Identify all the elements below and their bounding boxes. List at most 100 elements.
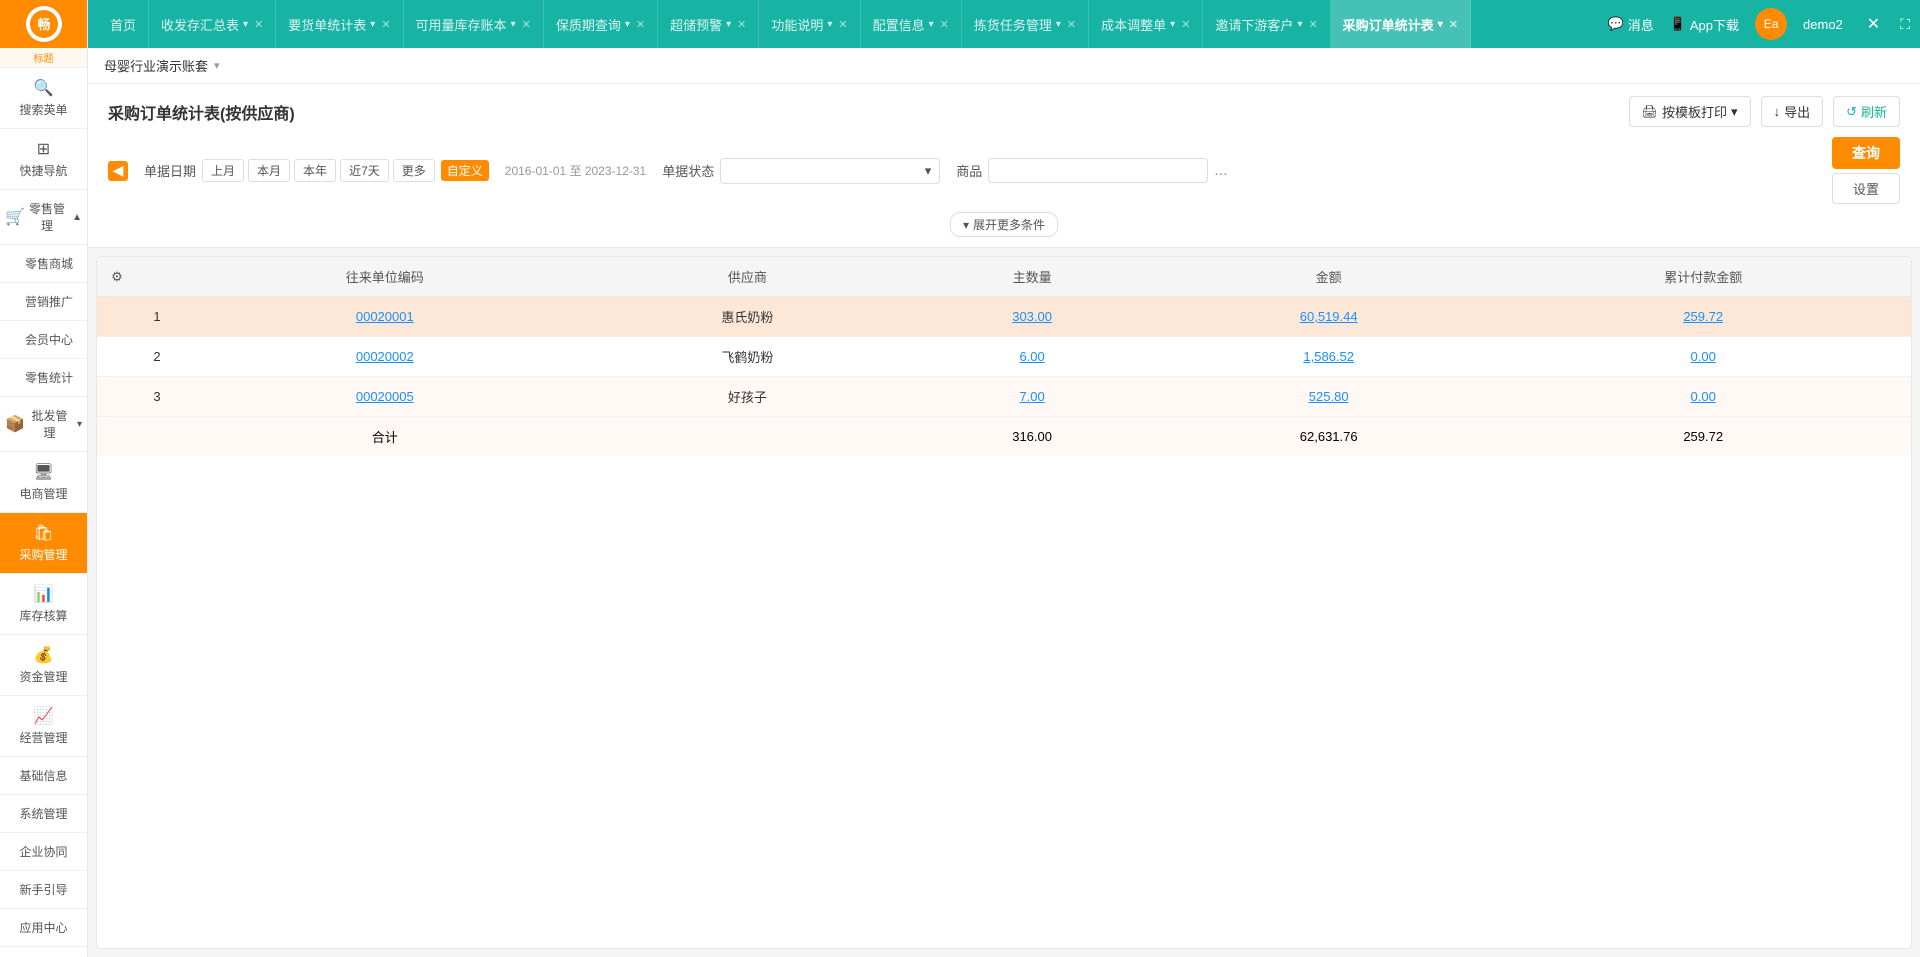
- sidebar-operations-label: 经营管理: [19, 729, 67, 746]
- row-main-qty-2[interactable]: 7.00: [902, 377, 1162, 417]
- username: demo2: [1803, 17, 1843, 32]
- more-options-btn[interactable]: ...: [1214, 162, 1227, 180]
- tab-order-stats[interactable]: 要货单统计表 ▾ ✕: [276, 0, 403, 48]
- row-supplier-code-1[interactable]: 00020002: [177, 337, 593, 377]
- app-download-btn[interactable]: 📱 App下载: [1670, 15, 1739, 34]
- export-btn[interactable]: ↓ 导出: [1761, 96, 1824, 127]
- tab-config-info-close[interactable]: ✕: [940, 18, 949, 31]
- row-amount-2[interactable]: 525.80: [1162, 377, 1495, 417]
- sidebar-item-retail-stats[interactable]: 零售统计: [0, 359, 87, 397]
- row-supplier-code-2[interactable]: 00020005: [177, 377, 593, 417]
- tab-order-stats-arrow: ▾: [370, 19, 375, 30]
- sidebar-item-finance[interactable]: 💰 资金管理: [0, 635, 87, 696]
- tab-cost-adjust-close[interactable]: ✕: [1181, 18, 1190, 31]
- tab-inventory-ledger[interactable]: 可用量库存账本 ▾ ✕: [404, 0, 544, 48]
- sidebar-item-retail-mall[interactable]: 零售商城: [0, 245, 87, 283]
- tab-overstock[interactable]: 超储预警 ▾ ✕: [658, 0, 759, 48]
- tab-inventory-ledger-close[interactable]: ✕: [522, 18, 531, 31]
- goods-filter-group: 商品 ...: [956, 158, 1227, 183]
- template-print-btn[interactable]: 🖨 按模板打印 ▾: [1629, 96, 1751, 127]
- sidebar-item-search[interactable]: 🔍 搜索英单: [0, 68, 87, 129]
- sidebar-item-purchase[interactable]: 🛍 采购管理: [0, 513, 87, 574]
- window-maximize-btn[interactable]: ⛶: [1900, 16, 1910, 33]
- sidebar-app-center-label: 应用中心: [19, 919, 67, 936]
- tab-cost-adjust[interactable]: 成本调整单 ▾ ✕: [1089, 0, 1203, 48]
- tab-overstock-label: 超储预警: [670, 15, 722, 34]
- row-amount-1[interactable]: 1,586.52: [1162, 337, 1495, 377]
- shortcut-this-year[interactable]: 本年: [294, 159, 336, 182]
- row-amount-0[interactable]: 60,519.44: [1162, 297, 1495, 337]
- tab-purchase-stats-label: 采购订单统计表: [1343, 15, 1434, 34]
- sidebar: 畅 标题 🔍 搜索英单 ⊞ 快捷导航 🛒 零售管理 ▲ 零售商城 营销推广 会员…: [0, 0, 88, 957]
- shortcut-this-month[interactable]: 本月: [248, 159, 290, 182]
- tab-pick-task[interactable]: 拣货任务管理 ▾ ✕: [962, 0, 1089, 48]
- tab-receivable[interactable]: 收发存汇总表 ▾ ✕: [149, 0, 276, 48]
- goods-input[interactable]: [988, 158, 1208, 183]
- tab-invite-downstream-close[interactable]: ✕: [1308, 18, 1317, 31]
- tab-func-desc-close[interactable]: ✕: [838, 18, 847, 31]
- tab-pick-task-close[interactable]: ✕: [1067, 18, 1076, 31]
- tab-shelf-life-close[interactable]: ✕: [636, 18, 645, 31]
- row-supplier-code-0[interactable]: 00020001: [177, 297, 593, 337]
- table-row[interactable]: 2 00020002 飞鹤奶粉 6.00 1,586.52 0.00: [97, 337, 1911, 377]
- sidebar-item-app-center[interactable]: 应用中心: [0, 909, 87, 947]
- tab-receivable-close[interactable]: ✕: [254, 18, 263, 31]
- query-btn[interactable]: 查询: [1832, 137, 1900, 169]
- tab-purchase-stats-close[interactable]: ✕: [1449, 18, 1458, 31]
- account-selector[interactable]: 母婴行业演示账套 ▾: [104, 56, 220, 75]
- row-paid-amount-2[interactable]: 0.00: [1495, 377, 1911, 417]
- sidebar-item-members[interactable]: 会员中心: [0, 321, 87, 359]
- sidebar-item-system[interactable]: 系统管理: [0, 795, 87, 833]
- col-amount[interactable]: 金额: [1162, 257, 1495, 297]
- sidebar-item-enterprise[interactable]: 企业协同: [0, 833, 87, 871]
- status-select[interactable]: ▾: [720, 158, 940, 184]
- sidebar-item-wholesale[interactable]: 📦 批发管理 ▾: [0, 397, 87, 452]
- date-range-group: 2016-01-01 至 2023-12-31: [505, 162, 646, 179]
- sidebar-item-shortcuts[interactable]: ⊞ 快捷导航: [0, 129, 87, 190]
- col-supplier-name[interactable]: 供应商: [593, 257, 903, 297]
- col-main-qty[interactable]: 主数量: [902, 257, 1162, 297]
- sidebar-item-retail[interactable]: 🛒 零售管理 ▲: [0, 190, 87, 245]
- sidebar-item-basic-info[interactable]: 基础信息: [0, 757, 87, 795]
- tab-order-stats-close[interactable]: ✕: [381, 18, 390, 31]
- sidebar-finance-label: 资金管理: [19, 668, 67, 685]
- col-paid-amount[interactable]: 累计付款金额: [1495, 257, 1911, 297]
- col-seq: [137, 257, 177, 297]
- tab-func-desc[interactable]: 功能说明 ▾ ✕: [759, 0, 860, 48]
- row-main-qty-1[interactable]: 6.00: [902, 337, 1162, 377]
- tab-shelf-life[interactable]: 保质期查询 ▾ ✕: [544, 0, 658, 48]
- sidebar-item-marketing[interactable]: 营销推广: [0, 283, 87, 321]
- sidebar-item-ecommerce[interactable]: 🖥 电商管理: [0, 452, 87, 513]
- tab-overstock-close[interactable]: ✕: [737, 18, 746, 31]
- table-row[interactable]: 3 00020005 好孩子 7.00 525.80 0.00: [97, 377, 1911, 417]
- shortcut-more[interactable]: 更多: [393, 159, 435, 182]
- tab-receivable-label: 收发存汇总表: [161, 15, 239, 34]
- sidebar-item-operations[interactable]: 📈 经营管理: [0, 696, 87, 757]
- tab-home[interactable]: 首页: [98, 0, 149, 48]
- refresh-btn[interactable]: ↺ 刷新: [1833, 96, 1900, 127]
- sidebar-item-enterprise-wechat[interactable]: 企业微信: [0, 947, 87, 957]
- row-main-qty-0[interactable]: 303.00: [902, 297, 1162, 337]
- expand-more-btn[interactable]: ▾ 展开更多条件: [950, 212, 1058, 237]
- filter-settings-btn[interactable]: 设置: [1832, 173, 1900, 204]
- tab-invite-downstream[interactable]: 邀请下游客户 ▾ ✕: [1203, 0, 1330, 48]
- page-header: 采购订单统计表(按供应商) 🖨 按模板打印 ▾ ↓ 导出 ↺ 刷新: [88, 84, 1920, 127]
- user-avatar[interactable]: Ea: [1755, 8, 1787, 40]
- row-paid-amount-1[interactable]: 0.00: [1495, 337, 1911, 377]
- message-btn[interactable]: 💬 消息: [1608, 15, 1654, 34]
- tab-cost-adjust-label: 成本调整单: [1101, 15, 1166, 34]
- window-close-btn[interactable]: ✕: [1867, 14, 1880, 34]
- row-paid-amount-0[interactable]: 259.72: [1495, 297, 1911, 337]
- col-supplier-code[interactable]: 往来单位编码: [177, 257, 593, 297]
- sidebar-purchase-label: 采购管理: [19, 546, 67, 563]
- filter-toggle-btn[interactable]: ◀: [108, 161, 128, 181]
- tab-config-info[interactable]: 配置信息 ▾ ✕: [861, 0, 962, 48]
- status-filter-label: 单据状态: [662, 161, 714, 180]
- table-row[interactable]: 1 00020001 惠氏奶粉 303.00 60,519.44 259.72: [97, 297, 1911, 337]
- sidebar-item-inventory[interactable]: 📊 库存核算: [0, 574, 87, 635]
- sidebar-item-new-guide[interactable]: 新手引导: [0, 871, 87, 909]
- shortcut-7days[interactable]: 近7天: [340, 159, 389, 182]
- col-settings[interactable]: ⚙: [97, 257, 137, 297]
- tab-purchase-stats[interactable]: 采购订单统计表 ▾ ✕: [1331, 0, 1471, 48]
- shortcut-last-month[interactable]: 上月: [202, 159, 244, 182]
